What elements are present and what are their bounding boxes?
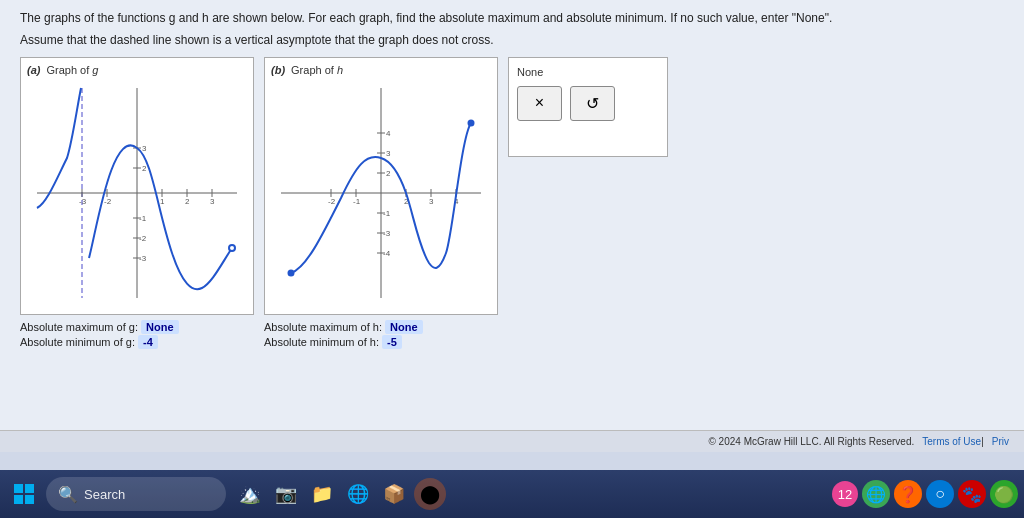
svg-text:2: 2 (142, 164, 147, 173)
answer-buttons: × ↺ (517, 86, 659, 121)
svg-text:-3: -3 (79, 197, 87, 206)
svg-rect-57 (25, 495, 34, 504)
graph-h-canvas: 4 3 2 -1 -2 4 3 2 -1 -3 -4 (271, 78, 491, 308)
taskbar-icon-camera[interactable]: 📷 (270, 478, 302, 510)
svg-text:-1: -1 (383, 209, 391, 218)
x-button[interactable]: × (517, 86, 562, 121)
svg-text:-4: -4 (383, 249, 391, 258)
terms-link[interactable]: Terms of Use (922, 436, 981, 447)
taskbar-icon-folder[interactable]: 📁 (306, 478, 338, 510)
svg-text:-1: -1 (353, 197, 361, 206)
footer: © 2024 McGraw Hill LLC. All Rights Reser… (0, 430, 1024, 452)
intro-text: The graphs of the functions g and h are … (20, 10, 1004, 27)
start-button[interactable] (6, 476, 42, 512)
svg-text:2: 2 (185, 197, 190, 206)
taskbar-icon-store[interactable]: 📦 (378, 478, 410, 510)
graph-g-canvas: 3 2 1 -2 -3 3 2 -1 -2 -3 (27, 78, 247, 308)
svg-text:-3: -3 (139, 254, 147, 263)
svg-text:2: 2 (386, 169, 391, 178)
graph-g-info: Absolute maximum of g: None Absolute min… (20, 321, 254, 351)
taskbar-icons: 🏔️ 📷 📁 🌐 📦 ⬤ (234, 478, 446, 510)
copyright-text: © 2024 McGraw Hill LLC. All Rights Reser… (708, 436, 914, 447)
svg-text:3: 3 (429, 197, 434, 206)
taskbar: 🔍 Search 🏔️ 📷 📁 🌐 📦 ⬤ 12 🌐 ❓ ○ 🐾 🟢 (0, 470, 1024, 518)
search-bar-label: Search (84, 487, 125, 502)
undo-button[interactable]: ↺ (570, 86, 615, 121)
graph-h-label: (b) Graph of h (271, 64, 491, 76)
taskbar-sys-icon1[interactable]: 🌐 (862, 480, 890, 508)
svg-text:-2: -2 (139, 234, 147, 243)
taskbar-icon-browser[interactable]: 🌐 (342, 478, 374, 510)
taskbar-sys-clock[interactable]: 12 (832, 481, 858, 507)
search-icon: 🔍 (58, 485, 78, 504)
svg-text:-2: -2 (104, 197, 112, 206)
svg-rect-54 (14, 484, 23, 493)
svg-text:4: 4 (386, 129, 391, 138)
svg-text:3: 3 (386, 149, 391, 158)
main-content: The graphs of the functions g and h are … (0, 0, 1024, 430)
svg-rect-55 (25, 484, 34, 493)
answer-panel-title: None (517, 66, 659, 78)
svg-rect-56 (14, 495, 23, 504)
answer-panel: None × ↺ (508, 57, 668, 157)
taskbar-icon-app1[interactable]: ⬤ (414, 478, 446, 510)
svg-text:-3: -3 (383, 229, 391, 238)
svg-text:1: 1 (160, 197, 165, 206)
search-bar[interactable]: 🔍 Search (46, 477, 226, 511)
graph-h-panel: (b) Graph of h (264, 57, 498, 315)
svg-point-25 (229, 245, 235, 251)
taskbar-sys-icon3[interactable]: ○ (926, 480, 954, 508)
taskbar-right: 12 🌐 ❓ ○ 🐾 🟢 (832, 480, 1018, 508)
assume-text: Assume that the dashed line shown is a v… (20, 33, 1004, 47)
svg-text:-1: -1 (139, 214, 147, 223)
graph-g-label: (a) Graph of g (27, 64, 247, 76)
svg-text:3: 3 (210, 197, 215, 206)
graph-g-panel: (a) Graph of g (20, 57, 254, 315)
svg-text:-2: -2 (328, 197, 336, 206)
svg-text:3: 3 (142, 144, 147, 153)
graphs-row: (a) Graph of g (20, 57, 1004, 351)
svg-point-53 (468, 119, 475, 126)
taskbar-sys-icon2[interactable]: ❓ (894, 480, 922, 508)
graph-h-info: Absolute maximum of h: None Absolute min… (264, 321, 498, 351)
taskbar-sys-icon5[interactable]: 🟢 (990, 480, 1018, 508)
privacy-link[interactable]: Priv (992, 436, 1009, 447)
taskbar-sys-icon4[interactable]: 🐾 (958, 480, 986, 508)
taskbar-icon-mountain[interactable]: 🏔️ (234, 478, 266, 510)
